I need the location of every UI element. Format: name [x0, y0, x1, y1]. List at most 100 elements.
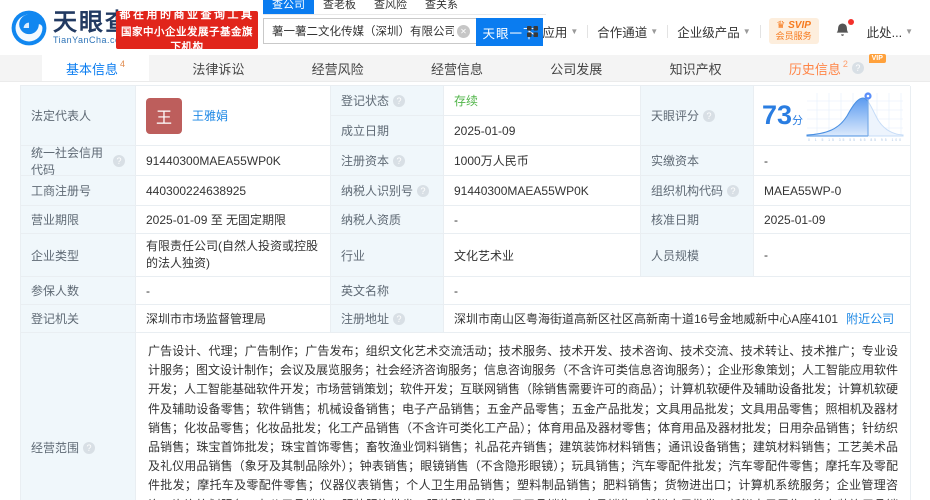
score-axis-ticks: 0 1 5 15 35 55 65 85 95 100: [808, 138, 901, 142]
reg-capital-value: 1000万人民币: [444, 146, 641, 176]
company-type-value: 有限责任公司(自然人投资或控股的法人独资): [136, 234, 331, 277]
table-row: 经营范围? 广告设计、代理；广告制作；广告发布；组织文化艺术交流活动；技术服务、…: [21, 333, 911, 500]
org-code-label: 组织机构代码?: [641, 176, 754, 206]
table-row: 统一社会信用代码? 91440300MAEA55WP0K 注册资本? 1000万…: [21, 146, 911, 176]
table-row: 企业类型 有限责任公司(自然人投资或控股的法人独资) 行业 文化艺术业 人员规模…: [21, 234, 911, 277]
address-text: 深圳市南山区粤海街道高新区社区高新南十道16号金地威新中心A座4101: [454, 312, 839, 326]
promo-banner: 都在用的商业查询工具 国家中小企业发展子基金旗下机构: [116, 9, 258, 53]
legal-rep-avatar[interactable]: 王: [146, 97, 182, 134]
help-icon[interactable]: ?: [851, 62, 864, 74]
menu-cooperation[interactable]: 合作通道 ▼: [588, 22, 667, 41]
approval-date-label: 核准日期: [641, 206, 754, 234]
company-info-table: 法定代表人 王 王雅娟 登记状态 ? 存续 成立日期 2025-01-09 天眼…: [20, 85, 911, 500]
notification-bell[interactable]: [827, 18, 858, 41]
tab-label: 经营信息: [430, 61, 483, 77]
business-reg-no-label: 工商注册号: [21, 176, 136, 206]
user-account-label: 此处...: [866, 25, 903, 40]
help-icon[interactable]: ?: [703, 109, 716, 122]
english-name-value: -: [444, 277, 911, 305]
paid-capital-label: 实缴资本: [641, 146, 754, 176]
help-icon[interactable]: ?: [393, 94, 406, 107]
taxpayer-id-value: 91440300MAEA55WP0K: [444, 176, 641, 206]
tab-operation-risk[interactable]: 经营风险: [288, 55, 388, 81]
business-term-label: 营业期限: [21, 206, 136, 234]
table-row: 登记机关 深圳市市场监督管理局 注册地址? 深圳市南山区粤海街道高新区社区高新南…: [21, 305, 911, 333]
table-row: 参保人数 - 英文名称 -: [21, 277, 911, 305]
bell-icon: [836, 22, 849, 36]
taxpayer-quality-value: -: [444, 206, 641, 234]
clear-search-icon[interactable]: ✕: [457, 25, 470, 38]
tianyancha-logo[interactable]: 天眼查 TianYanCha.com: [10, 9, 131, 47]
chevron-down-icon: ▼: [570, 26, 579, 36]
search-row: ✕ 天眼一下: [263, 18, 546, 46]
search-tab-risk[interactable]: 查风险: [365, 0, 416, 14]
label-text: 天眼评分: [651, 109, 700, 123]
help-icon[interactable]: ?: [727, 184, 740, 197]
search-tabs: 查公司 查老板 查风险 查关系: [263, 0, 546, 15]
tab-intellectual-property[interactable]: 知识产权: [646, 55, 746, 81]
score-number: 73: [762, 100, 793, 130]
table-row: 工商注册号 440300224638925 纳税人识别号? 91440300MA…: [21, 176, 911, 206]
paid-capital-value: -: [754, 146, 911, 176]
credit-code-value: 91440300MAEA55WP0K: [136, 146, 331, 176]
apps-grid-icon: [527, 25, 539, 37]
taxpayer-quality-label: 纳税人资质: [331, 206, 444, 234]
promo-banner-line2: 国家中小企业发展子基金旗下机构: [121, 26, 253, 53]
tab-label: 基本信息: [66, 61, 119, 77]
score-value[interactable]: 73分 0 1 5 15 35 55 65 85 95 100: [754, 86, 911, 146]
promo-banner-line1: 都在用的商业查询工具: [119, 9, 255, 21]
tab-operation-info[interactable]: 经营信息: [407, 55, 507, 81]
tab-label: 历史信息: [788, 61, 841, 77]
business-reg-no-value: 440300224638925: [136, 176, 331, 206]
search-tab-company[interactable]: 查公司: [263, 0, 314, 14]
reg-address-value: 深圳市南山区粤海街道高新区社区高新南十道16号金地威新中心A座4101 附近公司: [444, 305, 911, 333]
approval-date-value: 2025-01-09: [754, 206, 911, 234]
industry-label: 行业: [331, 234, 444, 277]
section-tab-bar: 基本信息 4 法律诉讼 经营风险 经营信息 公司发展 知识产权 VIP 历史信息 2…: [0, 54, 930, 82]
menu-cooperation-label: 合作通道: [597, 25, 648, 40]
tab-legal-proceedings[interactable]: 法律诉讼: [168, 55, 268, 81]
vip-tag: VIP: [868, 54, 886, 63]
menu-divider: [759, 24, 761, 38]
help-icon[interactable]: ?: [393, 312, 406, 325]
credit-code-label: 统一社会信用代码?: [21, 146, 136, 176]
chevron-down-icon: ▼: [742, 26, 751, 36]
search-tab-boss[interactable]: 查老板: [314, 0, 365, 14]
menu-enterprise-label: 企业级产品: [677, 25, 740, 40]
reg-status-label: 登记状态 ?: [331, 86, 444, 116]
org-code-value: MAEA55WP-0: [754, 176, 911, 206]
menu-enterprise-products[interactable]: 企业级产品 ▼: [668, 22, 759, 41]
help-icon[interactable]: ?: [417, 184, 430, 197]
menu-apps-label: 应用: [542, 25, 568, 40]
help-icon[interactable]: ?: [83, 441, 96, 454]
menu-apps[interactable]: 应用 ▼: [518, 22, 587, 41]
tab-basic-info[interactable]: 基本信息 4: [42, 55, 150, 81]
score-unit: 分: [792, 115, 804, 127]
tab-company-development[interactable]: 公司发展: [526, 55, 626, 81]
help-icon[interactable]: ?: [113, 154, 125, 167]
svip-service-label: 会员服务: [775, 31, 812, 41]
help-icon[interactable]: ?: [393, 154, 406, 167]
svip-member-badge[interactable]: ♛ SVIP 会员服务: [768, 18, 819, 44]
search-input[interactable]: [263, 18, 476, 44]
chevron-down-icon: ▼: [650, 26, 659, 36]
reg-capital-label: 注册资本?: [331, 146, 444, 176]
notification-dot: [847, 18, 854, 25]
reg-address-label: 注册地址?: [331, 305, 444, 333]
business-term-value: 2025-01-09 至 无固定期限: [136, 206, 331, 234]
establish-date-label: 成立日期: [331, 116, 444, 146]
chevron-down-icon: ▼: [905, 26, 913, 36]
company-type-label: 企业类型: [21, 234, 136, 277]
tab-history-info[interactable]: VIP 历史信息 2 ?: [765, 54, 888, 81]
taxpayer-id-label: 纳税人识别号?: [331, 176, 444, 206]
table-row: 法定代表人 王 王雅娟 登记状态 ? 存续 成立日期 2025-01-09 天眼…: [21, 86, 911, 146]
svip-label: ♛ SVIP: [776, 20, 811, 31]
search-tab-relation[interactable]: 查关系: [416, 0, 467, 14]
nearby-companies-link[interactable]: 附近公司: [846, 310, 894, 327]
user-account[interactable]: 此处... ▼: [858, 22, 922, 41]
registry-authority-value: 深圳市市场监督管理局: [136, 305, 331, 333]
legal-rep-name-link[interactable]: 王雅娟: [192, 107, 228, 124]
staff-size-label: 人员规模: [641, 234, 754, 277]
status-date-column: 登记状态 ? 存续 成立日期 2025-01-09: [331, 86, 641, 146]
top-menu: 应用 ▼ 合作通道 ▼ 企业级产品 ▼ ♛ SVIP 会员服务 此处... ▼: [518, 18, 922, 44]
